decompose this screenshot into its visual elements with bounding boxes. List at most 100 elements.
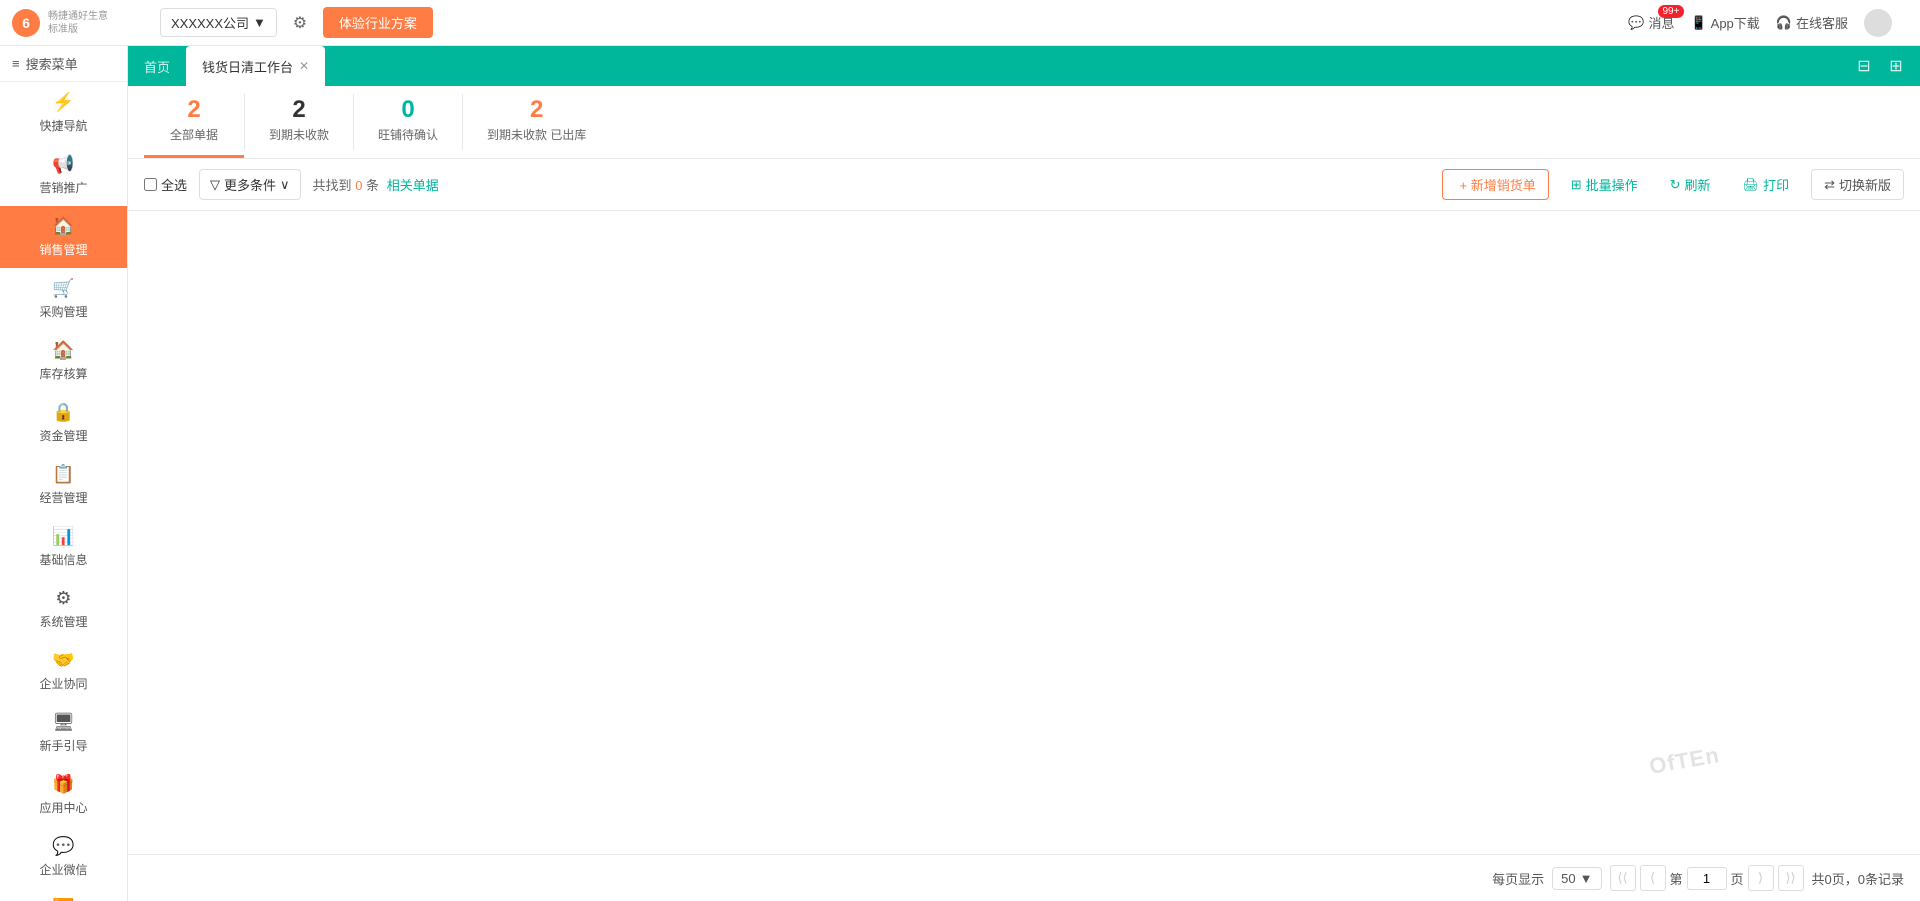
gear-icon: ⚙ xyxy=(293,13,307,33)
last-page-btn[interactable]: ⟩⟩ xyxy=(1778,865,1804,891)
sidebar-item-purchase[interactable]: 🛒 采购管理 xyxy=(0,268,127,330)
app-download-btn[interactable]: 📱 App下载 xyxy=(1690,13,1759,32)
stats-tab-pending[interactable]: 0 旺铺待确认 xyxy=(354,86,462,158)
tab-maximize-btn[interactable]: ⊞ xyxy=(1884,54,1908,78)
page-size-select[interactable]: 50 ▼ xyxy=(1552,867,1601,890)
add-btn-label: + 新增销货单 xyxy=(1459,175,1535,194)
sidebar-item-system[interactable]: ⚙ 系统管理 xyxy=(0,578,127,640)
marketing-icon: 📢 xyxy=(52,154,74,175)
batch-operation-btn[interactable]: ⊞ 批量操作 xyxy=(1561,170,1648,199)
sidebar-item-label: 经营管理 xyxy=(39,489,87,506)
sidebar-item-cooperation[interactable]: 🤝 企业协同 xyxy=(0,640,127,702)
trial-button[interactable]: 体验行业方案 xyxy=(323,7,433,38)
message-btn[interactable]: 💬 消息 99+ xyxy=(1628,13,1674,32)
search-label: 搜索菜单 xyxy=(26,54,78,73)
system-icon: ⚙ xyxy=(55,588,71,609)
stats-tab-overdue[interactable]: 2 到期未收款 xyxy=(245,86,353,158)
message-icon: 💬 xyxy=(1628,15,1644,31)
service-icon: 🎧 xyxy=(1776,15,1792,31)
stats-label-all: 全部单据 xyxy=(170,126,218,143)
tab-cash-flow[interactable]: 钱货日清工作台 ✕ xyxy=(186,46,325,86)
sidebar-item-capital[interactable]: 🔒 资金管理 xyxy=(0,392,127,454)
sidebar-item-quick-nav[interactable]: ⚡ 快捷导航 xyxy=(0,82,127,144)
tab-minimize-btn[interactable]: ⊟ xyxy=(1852,54,1876,78)
sidebar-item-label: 销售管理 xyxy=(39,241,87,258)
sidebar-item-member[interactable]: 🔽 畅会员 xyxy=(0,888,127,901)
stats-tab-shipped[interactable]: 2 到期未收款 已出库 xyxy=(463,86,610,158)
switch-version-btn[interactable]: ⇄ 切换新版 xyxy=(1811,169,1904,200)
sidebar-item-label: 基础信息 xyxy=(39,551,87,568)
tab-home-label: 首页 xyxy=(144,57,170,76)
stats-tab-all[interactable]: 2 全部单据 xyxy=(144,86,244,158)
batch-label: 批量操作 xyxy=(1586,175,1638,194)
online-service-btn[interactable]: 🎧 在线客服 xyxy=(1776,13,1848,32)
select-all-checkbox[interactable]: 全选 xyxy=(144,175,187,194)
sidebar-item-guide[interactable]: 🖥 新手引导 xyxy=(0,702,127,764)
app-download-label: App下载 xyxy=(1711,13,1760,32)
select-chevron-icon: ▼ xyxy=(1580,871,1593,886)
sidebar-item-app-center[interactable]: 🎁 应用中心 xyxy=(0,764,127,826)
chevron-down-icon: ▼ xyxy=(253,15,266,30)
sidebar-search[interactable]: ≡ 搜索菜单 xyxy=(0,46,127,82)
stats-count-shipped: 2 xyxy=(530,98,543,122)
inventory-icon: 🏠 xyxy=(52,340,74,361)
company-name: XXXXXX公司 xyxy=(171,13,249,32)
next-page-btn[interactable]: ⟩ xyxy=(1748,865,1774,891)
table-area: OfTEn xyxy=(128,211,1920,854)
page-label: 第 xyxy=(1670,869,1683,888)
sidebar-item-label: 企业协同 xyxy=(39,675,87,692)
settings-btn[interactable]: ⚙ xyxy=(285,8,315,38)
page-input[interactable] xyxy=(1687,867,1727,890)
tab-close-icon[interactable]: ✕ xyxy=(299,59,309,73)
select-all-input[interactable] xyxy=(144,178,157,191)
filter-button[interactable]: ▽ 更多条件 ∨ xyxy=(199,169,301,200)
switch-icon: ⇄ xyxy=(1824,177,1835,193)
sidebar-item-sales[interactable]: 🏠 销售管理 xyxy=(0,206,127,268)
first-page-btn[interactable]: ⟨⟨ xyxy=(1610,865,1636,891)
sidebar-item-marketing[interactable]: 📢 营销推广 xyxy=(0,144,127,206)
print-icon: 🖨 xyxy=(1743,177,1760,193)
sidebar-item-basic-info[interactable]: 📊 基础信息 xyxy=(0,516,127,578)
stats-label-overdue: 到期未收款 xyxy=(269,126,329,143)
search-icon: ≡ xyxy=(12,56,20,71)
cooperation-icon: 🤝 xyxy=(52,650,74,671)
sidebar-item-label: 企业微信 xyxy=(39,861,87,878)
user-avatar[interactable] xyxy=(1864,9,1892,37)
purchase-icon: 🛒 xyxy=(52,278,74,299)
sidebar-item-label: 营销推广 xyxy=(39,179,87,196)
logo-area: 6 畅捷通好生意 标准版 xyxy=(12,9,140,37)
refresh-btn[interactable]: ↻ 刷新 xyxy=(1660,170,1721,199)
print-label: 打印 xyxy=(1763,175,1789,194)
operations-icon: 📋 xyxy=(52,464,74,485)
chevron-icon: ∨ xyxy=(280,177,290,193)
stats-label-pending: 旺铺待确认 xyxy=(378,126,438,143)
download-icon: 📱 xyxy=(1690,15,1706,31)
stats-label-shipped: 到期未收款 已出库 xyxy=(487,126,586,143)
page-nav: ⟨⟨ ⟨ 第 页 ⟩ ⟩⟩ xyxy=(1610,865,1804,891)
message-badge: 99+ xyxy=(1658,5,1685,18)
result-link[interactable]: 相关单据 xyxy=(387,178,439,193)
sidebar-item-operations[interactable]: 📋 经营管理 xyxy=(0,454,127,516)
print-btn[interactable]: 🖨 打印 xyxy=(1733,170,1800,199)
stats-tabs: 2 全部单据 2 到期未收款 0 旺铺待确认 2 到期未收款 已出库 xyxy=(128,86,1920,159)
tab-home[interactable]: 首页 xyxy=(128,46,186,86)
sidebar-item-label: 资金管理 xyxy=(39,427,87,444)
sidebar-item-label: 新手引导 xyxy=(39,737,87,754)
sidebar-item-wechat[interactable]: 💬 企业微信 xyxy=(0,826,127,888)
app-logo-icon: 6 xyxy=(12,9,40,37)
sidebar-item-label: 系统管理 xyxy=(39,613,87,630)
header-center: XXXXXX公司 ▼ ⚙ 体验行业方案 xyxy=(140,7,1628,38)
page-suffix: 页 xyxy=(1731,869,1744,888)
app-name: 畅捷通好生意 标准版 xyxy=(48,10,108,36)
stats-count-pending: 0 xyxy=(401,98,414,122)
sidebar-item-label: 库存核算 xyxy=(39,365,87,382)
company-selector[interactable]: XXXXXX公司 ▼ xyxy=(160,8,277,37)
filter-icon: ▽ xyxy=(210,177,220,193)
total-info: 共0页，0条记录 xyxy=(1812,869,1904,888)
add-sales-order-btn[interactable]: + 新增销货单 xyxy=(1442,169,1548,200)
result-unit: 条 xyxy=(366,178,379,193)
prev-page-btn[interactable]: ⟨ xyxy=(1640,865,1666,891)
batch-icon: ⊞ xyxy=(1571,177,1582,193)
sidebar-item-inventory[interactable]: 🏠 库存核算 xyxy=(0,330,127,392)
page-size-value: 50 xyxy=(1561,871,1575,886)
